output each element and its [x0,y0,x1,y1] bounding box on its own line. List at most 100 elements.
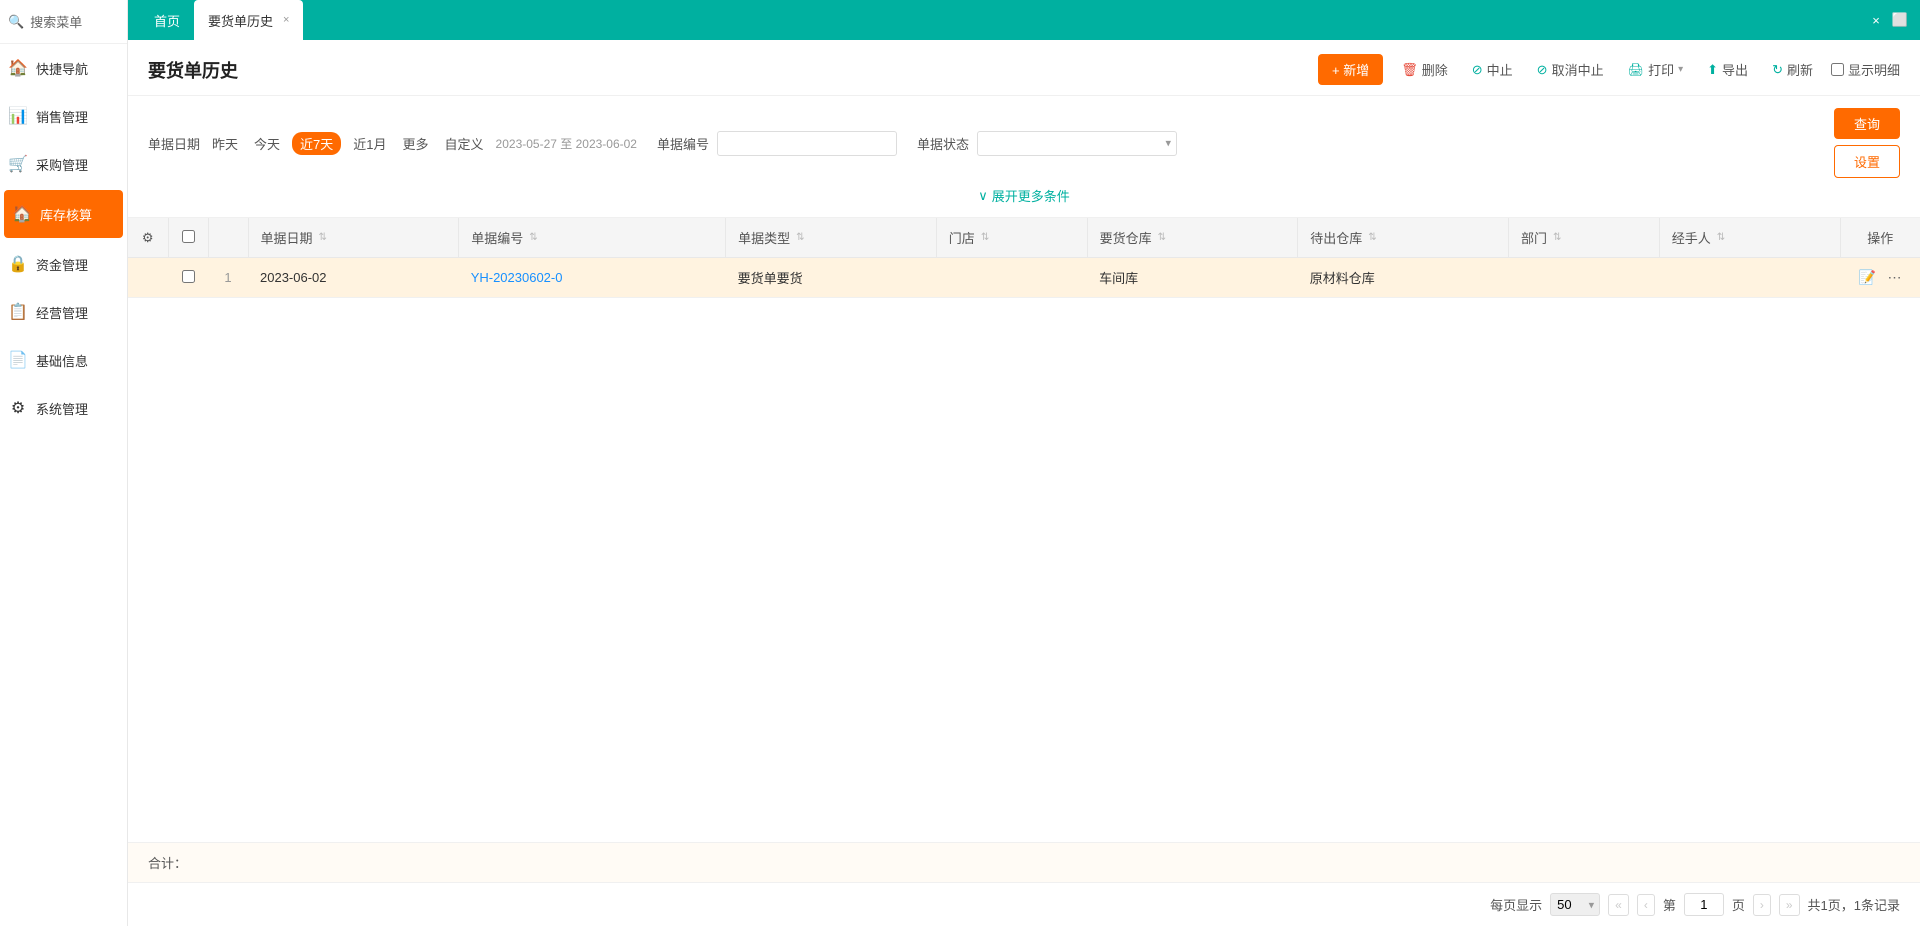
stop-icon: ⊘ [1472,62,1483,78]
th-actions-label: 操作 [1867,231,1893,246]
tab-close-icon[interactable]: × [283,14,289,26]
home-icon: 🏠 [8,58,28,78]
sort-handler-icon[interactable]: ⇅ [1717,232,1725,243]
content-area: 要货单历史 + 新增 🗑 删除 ⊘ 中止 ⊘ 取消中止 🖨 打印 [128,40,1920,926]
table-header-row: ⚙ 单据日期 ⇅ [128,218,1920,258]
table-row: 1 2023-06-02 YH-20230602-0 要货单要货 车间库 原材料… [128,258,1920,298]
row-settings-cell [128,258,168,298]
sidebar-item-finance[interactable]: 🔒 资金管理 [0,240,127,288]
expand-more-btn[interactable]: ∨ 展开更多条件 [148,186,1900,205]
select-all-checkbox[interactable] [182,230,195,243]
sort-pending-warehouse-icon[interactable]: ⇅ [1368,232,1376,243]
th-checkbox [168,218,208,258]
query-button[interactable]: 查询 [1834,108,1900,139]
settings-icon[interactable]: ⚙ [142,230,154,245]
refresh-button[interactable]: ↻ 刷新 [1766,56,1819,83]
sidebar-item-system[interactable]: ⚙ 系统管理 [0,384,127,432]
tab-home-label: 首页 [154,11,180,30]
doc-status-filter: 单据状态 [917,131,1177,156]
th-doc-type-label: 单据类型 [738,228,790,247]
sidebar-item-label: 库存核算 [40,205,92,224]
inventory-icon: 🏠 [12,204,32,224]
th-handler: 经手人 ⇅ [1659,218,1840,258]
sort-doc-date-icon[interactable]: ⇅ [319,232,327,243]
print-icon: 🖨 [1628,62,1645,78]
tab-requisition-history[interactable]: 要货单历史 × [194,0,303,40]
window-maximize-btn[interactable]: ⬜ [1892,12,1908,28]
topbar-actions: × ⬜ [1872,12,1908,28]
sidebar-item-purchase[interactable]: 🛒 采购管理 [0,140,127,188]
doc-status-select[interactable] [977,131,1177,156]
date-more-btn[interactable]: 更多 [399,132,433,155]
cart-icon: 🛒 [8,154,28,174]
sidebar-item-inventory[interactable]: 🏠 库存核算 [4,190,123,238]
table-footer: 合计： [128,842,1920,882]
date-today-btn[interactable]: 今天 [250,132,284,155]
sidebar-search[interactable]: 🔍 搜索菜单 [0,0,127,44]
date-last7days-btn[interactable]: 近7天 [292,132,341,155]
doc-number-input[interactable] [717,131,897,156]
row-edit-btn[interactable]: 📝 [1854,267,1879,287]
cancel-stop-button[interactable]: ⊘ 取消中止 [1531,56,1610,83]
row-pending-warehouse: 原材料仓库 [1298,258,1509,298]
sort-department-icon[interactable]: ⇅ [1553,232,1561,243]
prev-page-btn[interactable]: ‹ [1637,894,1655,916]
expand-chevron-icon: ∨ [978,188,988,204]
delete-label: 删除 [1422,60,1448,79]
new-button[interactable]: + 新增 [1318,54,1383,85]
date-last1month-btn[interactable]: 近1月 [349,132,390,155]
date-custom-btn[interactable]: 自定义 [441,132,488,155]
window-close-btn[interactable]: × [1872,13,1880,28]
page-size-select[interactable]: 20 50 100 200 [1550,893,1600,916]
display-detail-checkbox[interactable] [1831,63,1844,76]
sort-doc-number-icon[interactable]: ⇅ [529,232,537,243]
last-page-btn[interactable]: » [1779,894,1800,916]
filter-actions: 查询 设置 [1834,108,1900,178]
th-department-label: 部门 [1521,228,1547,247]
page-header: 要货单历史 + 新增 🗑 删除 ⊘ 中止 ⊘ 取消中止 🖨 打印 [128,40,1920,96]
page-size-label: 每页显示 [1490,895,1542,914]
doc-icon: 📄 [8,350,28,370]
sidebar: 🔍 搜索菜单 🏠 快捷导航 📊 销售管理 🛒 采购管理 🏠 库存核算 🔒 资金管… [0,0,128,926]
date-range-display: 2023-05-27 至 2023-06-02 [496,135,637,152]
th-doc-number-label: 单据编号 [471,228,523,247]
next-page-btn[interactable]: › [1753,894,1771,916]
page-number-input[interactable]: 1 [1684,893,1724,916]
date-yesterday-btn[interactable]: 昨天 [208,132,242,155]
sidebar-item-sales[interactable]: 📊 销售管理 [0,92,127,140]
date-filter-label: 单据日期 [148,134,200,153]
delete-button[interactable]: 🗑 删除 [1395,56,1454,83]
row-more-btn[interactable]: ⋯ [1884,267,1906,287]
display-detail-button[interactable]: 显示明细 [1831,60,1900,79]
table-container: ⚙ 单据日期 ⇅ [128,218,1920,842]
sort-req-warehouse-icon[interactable]: ⇅ [1158,232,1166,243]
export-button[interactable]: ⬆ 导出 [1701,56,1754,83]
row-checkbox[interactable] [182,270,195,283]
sidebar-item-quick-nav[interactable]: 🏠 快捷导航 [0,44,127,92]
stop-button[interactable]: ⊘ 中止 [1466,56,1519,83]
cancel-stop-icon: ⊘ [1537,62,1548,78]
stop-label: 中止 [1487,60,1513,79]
gear-icon: ⚙ [8,398,28,418]
sidebar-item-basic[interactable]: 📄 基础信息 [0,336,127,384]
sidebar-item-operations[interactable]: 📋 经营管理 [0,288,127,336]
tab-requisition-label: 要货单历史 [208,11,273,30]
clipboard-icon: 📋 [8,302,28,322]
doc-number-link[interactable]: YH-20230602-0 [471,270,563,285]
row-num-cell: 1 [208,258,248,298]
window-maximize-icon: ⬜ [1892,12,1908,28]
doc-number-filter: 单据编号 [657,131,897,156]
cancel-stop-label: 取消中止 [1552,60,1604,79]
tab-home[interactable]: 首页 [140,0,194,40]
sort-store-icon[interactable]: ⇅ [981,232,989,243]
filter-settings-button[interactable]: 设置 [1834,145,1900,178]
export-label: 导出 [1722,60,1748,79]
sidebar-item-label: 经营管理 [36,303,88,322]
search-icon: 🔍 [8,14,24,30]
row-doc-type: 要货单要货 [726,258,937,298]
th-pending-warehouse-label: 待出仓库 [1310,228,1362,247]
print-button[interactable]: 🖨 打印 ▾ [1622,56,1690,83]
filter-section: 单据日期 昨天 今天 近7天 近1月 更多 自定义 2023-05-27 至 2… [128,96,1920,218]
sort-doc-type-icon[interactable]: ⇅ [796,232,804,243]
first-page-btn[interactable]: « [1608,894,1629,916]
